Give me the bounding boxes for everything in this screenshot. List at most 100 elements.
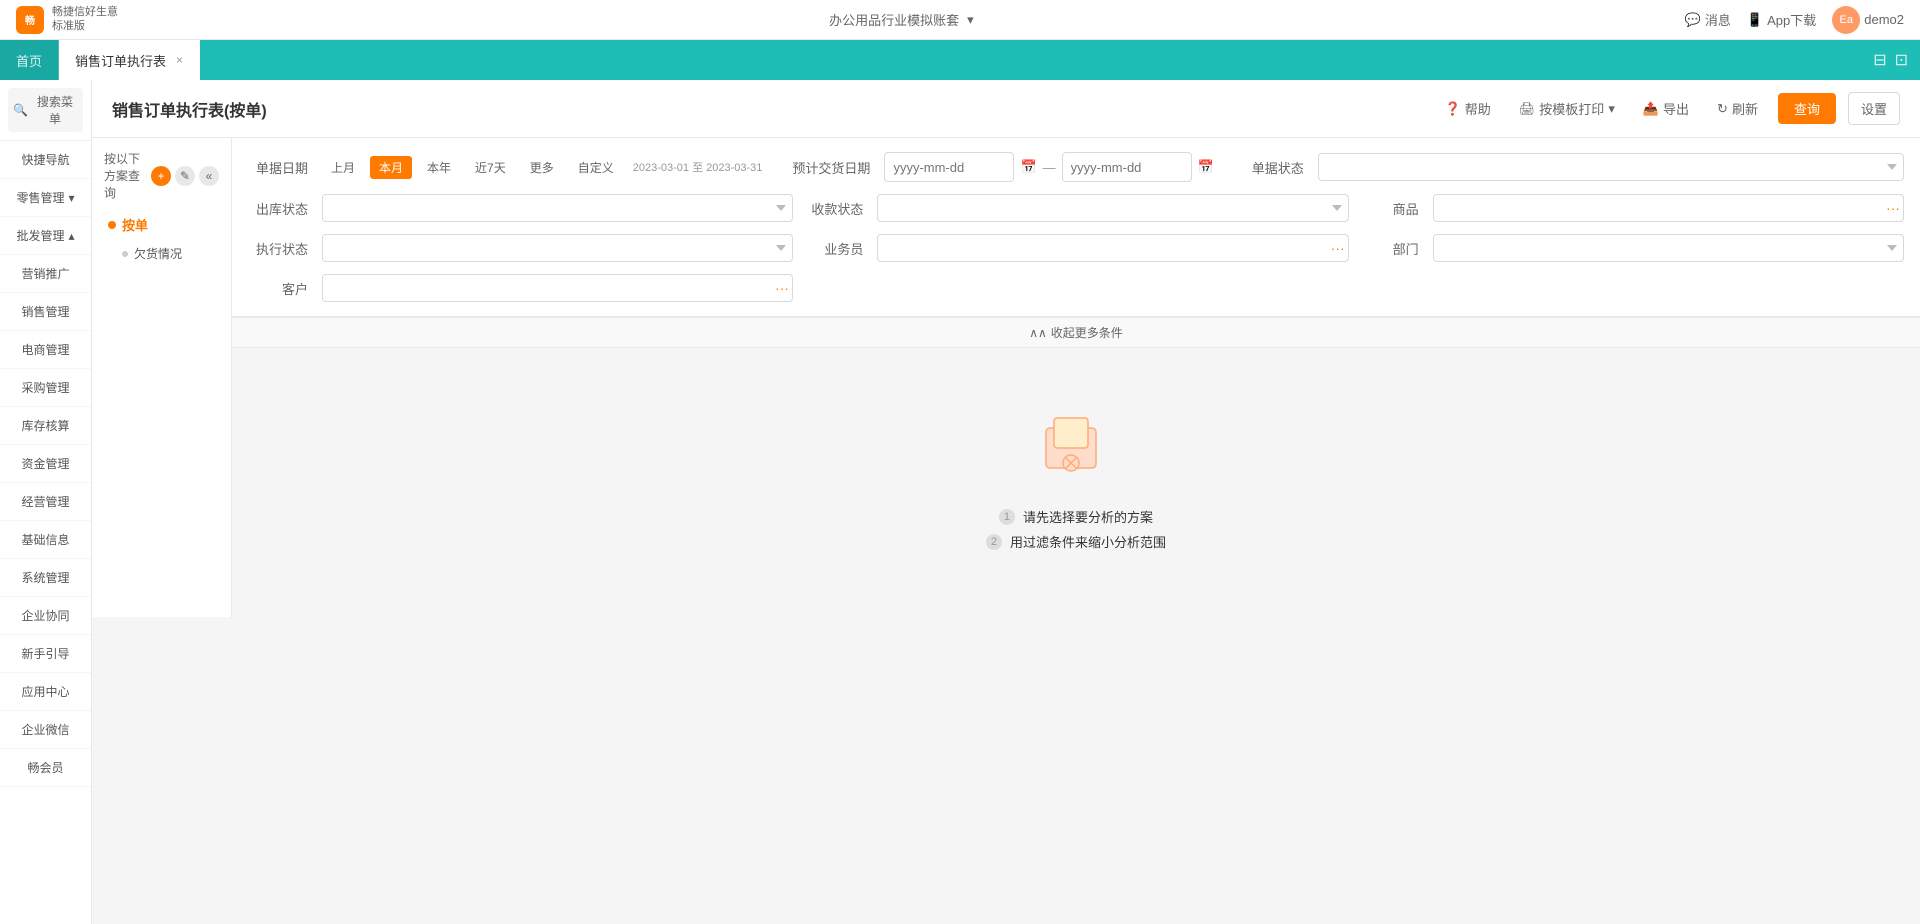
delivery-select-wrap [322, 194, 793, 222]
scheme-edit-btn[interactable]: ✎ [175, 166, 195, 186]
scheme-item-shortage[interactable]: 欠货情况 [100, 240, 223, 267]
sidebar-item-wechat[interactable]: 企业微信 [0, 711, 91, 749]
scheme-add-btn[interactable]: + [151, 166, 171, 186]
sidebar-item-operations[interactable]: 经营管理 [0, 483, 91, 521]
payment-status-group: 收款状态 [803, 194, 1348, 222]
status-select[interactable] [1318, 153, 1904, 181]
export-icon: 📤 [1643, 101, 1659, 117]
date-prev-month-btn[interactable]: 上月 [322, 156, 364, 179]
filter-row-3: 执行状态 业务员 ··· [248, 234, 1904, 262]
forecast-date-group: 预计交货日期 📅 — 📅 [792, 152, 1213, 182]
main-content: 单据日期 上月 本月 本年 近7天 更多 自定义 2023-03-01 至 20… [232, 138, 1920, 617]
tab-bar: 首页 销售订单执行表 × ⊟ ⊡ [0, 40, 1920, 80]
date-7days-btn[interactable]: 近7天 [466, 156, 515, 179]
left-panel: 按以下方案查询 + ✎ « 按单 欠货情况 [92, 138, 232, 617]
payment-select[interactable] [877, 194, 1348, 222]
scheme-collapse-btn[interactable]: « [199, 166, 219, 186]
product-group: 商品 ··· [1359, 194, 1904, 222]
sidebar-item-inventory[interactable]: 库存核算 [0, 407, 91, 445]
sidebar-item-members[interactable]: 畅会员 [0, 749, 91, 787]
refresh-btn[interactable]: ↻ 刷新 [1709, 95, 1766, 122]
sidebar-item-ecommerce[interactable]: 电商管理 [0, 331, 91, 369]
sidebar-item-purchase[interactable]: 采购管理 [0, 369, 91, 407]
chevron-up-icon: ▴ [68, 229, 74, 243]
print-btn[interactable]: 🖨 按模板打印 ▾ [1511, 95, 1623, 122]
tab-close-btn[interactable]: × [176, 53, 183, 67]
query-btn[interactable]: 查询 [1778, 93, 1836, 124]
tab-home[interactable]: 首页 [0, 40, 59, 80]
logo-area: 畅 畅捷信好生意 标准版 [16, 6, 118, 34]
exec-status-group: 执行状态 [248, 234, 793, 262]
calendar-icon[interactable]: 📅 [1020, 159, 1036, 175]
delivery-status-group: 出库状态 [248, 194, 793, 222]
user-avatar-area[interactable]: Ea demo2 [1832, 6, 1904, 34]
customer-input[interactable] [322, 274, 793, 302]
page-header: 销售订单执行表(按单) ❓ 帮助 🖨 按模板打印 ▾ 📤 导出 ↻ 刷新 [92, 80, 1920, 138]
tab-minimize-btn[interactable]: ⊟ [1873, 50, 1886, 70]
status-label: 单据状态 [1244, 158, 1304, 177]
sidebar-search-btn[interactable]: 🔍 搜索菜单 [8, 88, 83, 132]
scheme-actions: + ✎ « [151, 166, 219, 186]
page-title: 销售订单执行表(按单) [112, 97, 267, 121]
sidebar-item-system[interactable]: 系统管理 [0, 559, 91, 597]
chevron-down-icon[interactable]: ▾ [967, 12, 974, 28]
customer-dots-btn[interactable]: ··· [775, 280, 789, 296]
help-btn[interactable]: ❓ 帮助 [1437, 95, 1499, 122]
forecast-end-input[interactable] [1062, 152, 1192, 182]
product-input-wrap: ··· [1433, 194, 1904, 222]
salesman-input-wrap: ··· [877, 234, 1348, 262]
product-label: 商品 [1359, 199, 1419, 218]
collapse-icon: ∧∧ [1029, 326, 1047, 340]
search-icon: 🔍 [13, 103, 28, 117]
sidebar-item-enterprise[interactable]: 企业协同 [0, 597, 91, 635]
sidebar-item-finance[interactable]: 资金管理 [0, 445, 91, 483]
message-btn[interactable]: 💬 消息 [1685, 10, 1731, 29]
product-dots-btn[interactable]: ··· [1886, 200, 1900, 216]
date-current-month-btn[interactable]: 本月 [370, 156, 412, 179]
sidebar: 🔍 搜索菜单 快捷导航 零售管理 ▾ 批发管理 ▴ 营销推广 销售管理 电商管理… [0, 80, 92, 924]
customer-group: 客户 ··· [248, 274, 793, 302]
sidebar-item-marketing[interactable]: 营销推广 [0, 255, 91, 293]
content-area: 销售订单执行表(按单) ❓ 帮助 🖨 按模板打印 ▾ 📤 导出 ↻ 刷新 [92, 80, 1920, 924]
message-icon: 💬 [1685, 12, 1701, 28]
sidebar-item-guide[interactable]: 新手引导 [0, 635, 91, 673]
scheme-dot [108, 221, 116, 229]
sidebar-item-quick-nav[interactable]: 快捷导航 [0, 141, 91, 179]
forecast-start-input[interactable] [884, 152, 1014, 182]
tab-active[interactable]: 销售订单执行表 × [59, 40, 200, 80]
date-range-display: 2023-03-01 至 2023-03-31 [633, 159, 763, 175]
sidebar-search-area: 🔍 搜索菜单 [0, 80, 91, 141]
page-actions: ❓ 帮助 🖨 按模板打印 ▾ 📤 导出 ↻ 刷新 查询 设置 [1437, 92, 1900, 125]
calendar-icon2[interactable]: 📅 [1198, 159, 1214, 175]
date-more-btn[interactable]: 更多 [521, 156, 563, 179]
date-custom-btn[interactable]: 自定义 [569, 156, 623, 179]
salesman-input[interactable] [877, 234, 1348, 262]
exec-select[interactable] [322, 234, 793, 262]
date-filter-group: 单据日期 上月 本月 本年 近7天 更多 自定义 2023-03-01 至 20… [248, 156, 762, 179]
delivery-select[interactable] [322, 194, 793, 222]
two-panel: 按以下方案查询 + ✎ « 按单 欠货情况 [92, 138, 1920, 617]
export-btn[interactable]: 📤 导出 [1635, 95, 1697, 122]
sidebar-item-sales[interactable]: 销售管理 [0, 293, 91, 331]
exec-select-wrap [322, 234, 793, 262]
dept-select-wrap [1433, 234, 1904, 262]
salesman-dots-btn[interactable]: ··· [1331, 240, 1345, 256]
product-input[interactable] [1433, 194, 1904, 222]
collapse-bar[interactable]: ∧∧ 收起更多条件 [232, 317, 1920, 348]
sidebar-item-wholesale[interactable]: 批发管理 ▴ [0, 217, 91, 255]
top-header: 畅 畅捷信好生意 标准版 办公用品行业模拟账套 ▾ 💬 消息 📱 App下载 E… [0, 0, 1920, 40]
tab-fullscreen-btn[interactable]: ⊡ [1895, 50, 1908, 70]
scheme-item-order[interactable]: 按单 [100, 209, 223, 240]
app-download-btn[interactable]: 📱 App下载 [1747, 10, 1816, 29]
logo-icon: 畅 [16, 6, 44, 34]
sub-dot [122, 251, 128, 257]
set-btn[interactable]: 设置 [1848, 92, 1900, 125]
sidebar-item-retail[interactable]: 零售管理 ▾ [0, 179, 91, 217]
sidebar-item-basics[interactable]: 基础信息 [0, 521, 91, 559]
date-label: 单据日期 [248, 158, 308, 177]
refresh-icon: ↻ [1717, 101, 1728, 117]
dept-select[interactable] [1433, 234, 1904, 262]
date-year-btn[interactable]: 本年 [418, 156, 460, 179]
delivery-label: 出库状态 [248, 199, 308, 218]
sidebar-item-apps[interactable]: 应用中心 [0, 673, 91, 711]
